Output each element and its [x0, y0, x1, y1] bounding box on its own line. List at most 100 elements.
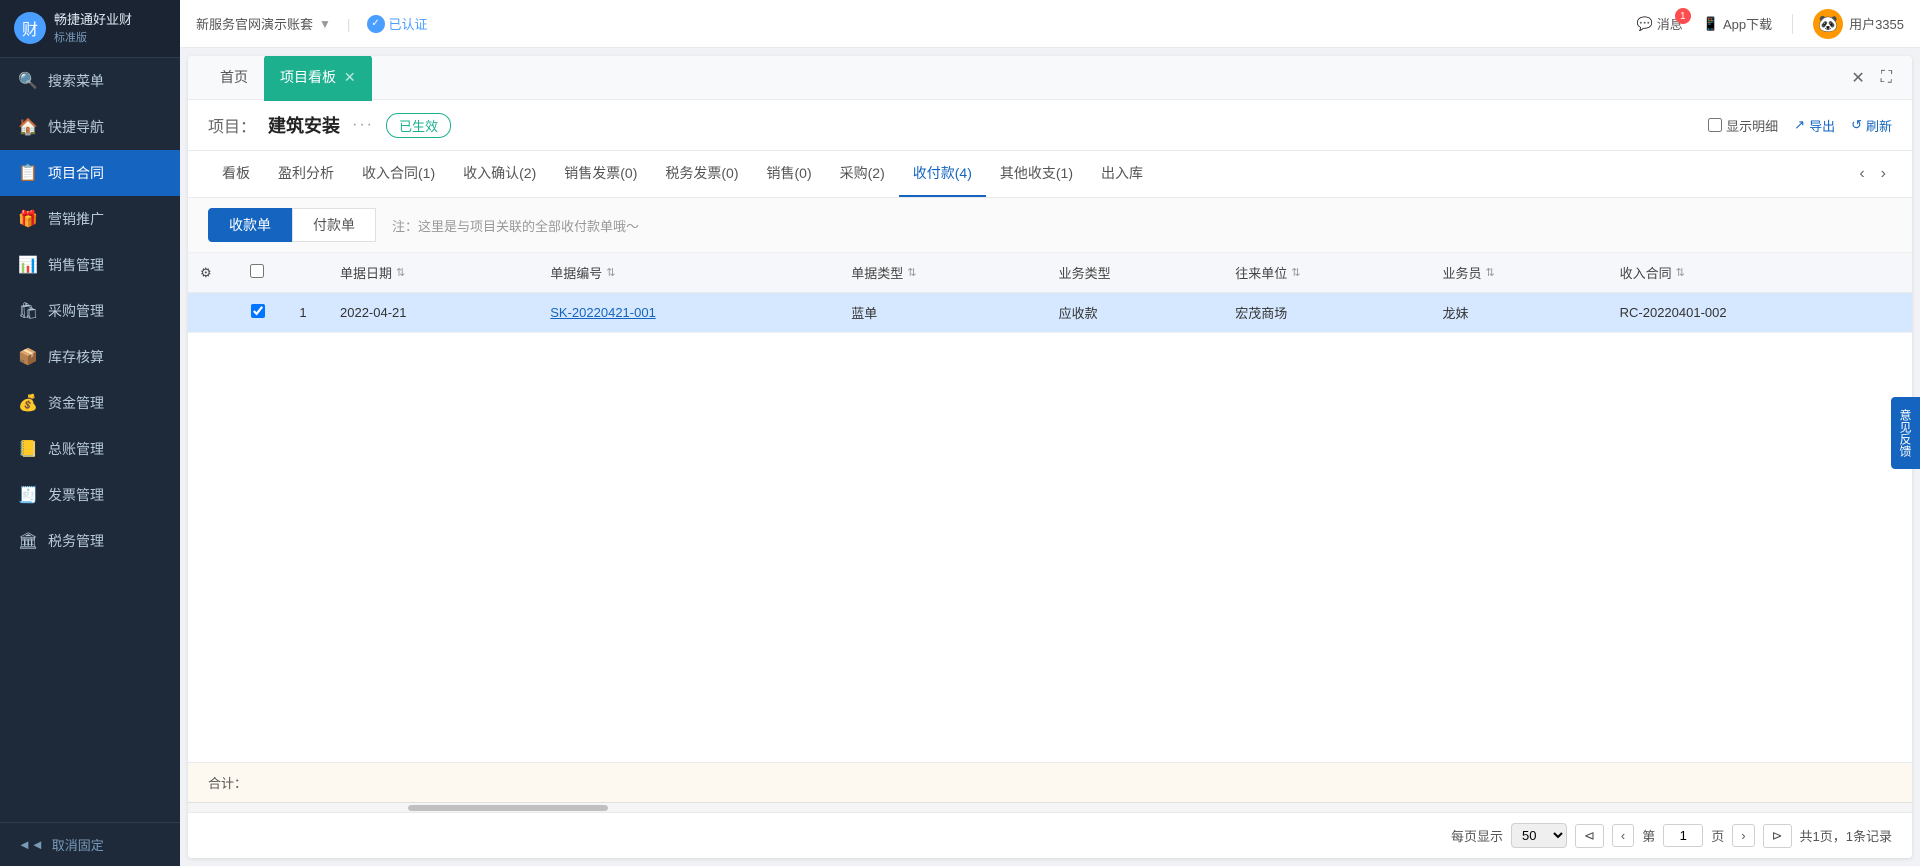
col-date[interactable]: 单据日期 ⇅: [328, 253, 538, 293]
sub-tab-other-expense[interactable]: 其他收支(1): [986, 151, 1087, 197]
sub-tab-income-confirm[interactable]: 收入确认(2): [449, 151, 550, 197]
total-info: 共1页，1条记录: [1800, 826, 1892, 845]
row-settings: [188, 293, 238, 333]
sub-tab-tax-invoice[interactable]: 税务发票(0): [651, 151, 752, 197]
topbar-left: 新服务官网演示账套 ▼ | ✓ 已认证: [196, 14, 1637, 33]
cancel-pin-button[interactable]: ◄◄ 取消固定: [0, 822, 180, 866]
sort-date-icon: ⇅: [396, 266, 405, 279]
sub-tab-purchase[interactable]: 采购(2): [826, 151, 899, 197]
sidebar-item-tax[interactable]: 🏛 税务管理: [0, 518, 180, 564]
sidebar-item-label: 资金管理: [48, 393, 104, 413]
tab-project-board[interactable]: 项目看板 ✕: [264, 56, 372, 101]
table-header-row: ⚙ 单据日期 ⇅: [188, 253, 1912, 293]
message-badge: 1: [1675, 8, 1691, 24]
sub-tab-prev-button[interactable]: ‹: [1853, 161, 1870, 187]
marketing-icon: 🎁: [18, 209, 38, 229]
inner-tab-payment[interactable]: 付款单: [292, 208, 376, 242]
project-header: 项目： 建筑安装 ··· 已生效 显示明细 ↗ 导出 ↺ 刷新: [188, 100, 1912, 151]
inner-tab-receipt[interactable]: 收款单: [208, 208, 292, 242]
sub-tab-next-button[interactable]: ›: [1875, 161, 1892, 187]
horizontal-scrollbar[interactable]: [188, 802, 1912, 812]
tab-home[interactable]: 首页: [204, 56, 264, 101]
sidebar-item-label: 税务管理: [48, 531, 104, 551]
col-doc-no[interactable]: 单据编号 ⇅: [538, 253, 839, 293]
sidebar-item-project-contract[interactable]: 📋 项目合同: [0, 150, 180, 196]
prev-page-button[interactable]: ‹: [1612, 824, 1634, 847]
col-income-contract[interactable]: 收入合同 ⇅: [1608, 253, 1912, 293]
project-header-actions: 显示明细 ↗ 导出 ↺ 刷新: [1708, 116, 1892, 135]
sidebar-item-purchase[interactable]: 🛍 采购管理: [0, 288, 180, 334]
sub-tab-receipt[interactable]: 收付款(4): [899, 151, 986, 197]
sidebar-nav: 🔍 搜索菜单 🏠 快捷导航 📋 项目合同 🎁 营销推广 📊 销售管理 🛍 采购管…: [0, 58, 180, 822]
show-detail-input[interactable]: [1708, 118, 1722, 132]
doc-no-link[interactable]: SK-20220421-001: [550, 305, 656, 320]
export-label: 导出: [1809, 116, 1835, 135]
next-page-button[interactable]: ›: [1732, 824, 1754, 847]
last-page-button[interactable]: ⊳: [1763, 824, 1792, 848]
sidebar-item-label: 销售管理: [48, 255, 104, 275]
sidebar-item-sales[interactable]: 📊 销售管理: [0, 242, 180, 288]
export-icon: ↗: [1794, 117, 1805, 133]
inner-tab-bar: 收款单 付款单 注：这里是与项目关联的全部收付款单哦～: [188, 198, 1912, 253]
refresh-icon: ↺: [1851, 117, 1862, 133]
row-doc-no[interactable]: SK-20220421-001: [538, 293, 839, 333]
export-button[interactable]: ↗ 导出: [1794, 116, 1835, 135]
user-menu[interactable]: 🐼 用户3355: [1813, 9, 1904, 39]
row-partner: 宏茂商场: [1223, 293, 1430, 333]
col-doc-type[interactable]: 单据类型 ⇅: [839, 253, 1046, 293]
sort-docno-icon: ⇅: [606, 266, 615, 279]
table-footer: 合计：: [188, 762, 1912, 802]
horizontal-scrollbar-thumb: [408, 805, 608, 811]
sidebar-item-search[interactable]: 🔍 搜索菜单: [0, 58, 180, 104]
logo-text: 畅捷通好业财: [54, 12, 132, 29]
refresh-label: 刷新: [1866, 116, 1892, 135]
tab-close-icon[interactable]: ✕: [344, 69, 356, 85]
main-tab-bar: 首页 项目看板 ✕ ✕ ⛶: [188, 56, 1912, 100]
sidebar-item-label: 采购管理: [48, 301, 104, 321]
row-checkbox[interactable]: [251, 304, 265, 318]
main-area: 新服务官网演示账套 ▼ | ✓ 已认证 💬 消息 1 📱 App下载 🐼 用: [180, 0, 1920, 866]
sidebar-item-marketing[interactable]: 🎁 营销推广: [0, 196, 180, 242]
tab-bar-actions: ✕ ⛶: [1847, 64, 1896, 92]
feedback-button[interactable]: 意见反馈: [1891, 397, 1920, 469]
sidebar-item-inventory[interactable]: 📦 库存核算: [0, 334, 180, 380]
sub-tab-kanban[interactable]: 看板: [208, 151, 264, 197]
account-selector[interactable]: 新服务官网演示账套 ▼: [196, 14, 331, 33]
sub-tab-income-contract[interactable]: 收入合同(1): [348, 151, 449, 197]
sidebar-item-invoice[interactable]: 🧾 发票管理: [0, 472, 180, 518]
sub-tab-sales[interactable]: 销售(0): [753, 151, 826, 197]
first-page-button[interactable]: ⊲: [1575, 824, 1604, 848]
sort-salesperson-icon: ⇅: [1486, 266, 1495, 279]
col-salesperson[interactable]: 业务员 ⇅: [1431, 253, 1608, 293]
per-page-select[interactable]: 50 100: [1511, 823, 1567, 848]
project-label: 项目：: [208, 113, 256, 137]
sidebar-item-ledger[interactable]: 📒 总账管理: [0, 426, 180, 472]
page-label: 第: [1642, 826, 1655, 845]
page-number-input[interactable]: [1663, 824, 1703, 847]
project-more-button[interactable]: ···: [352, 116, 374, 134]
sidebar-item-label: 总账管理: [48, 439, 104, 459]
message-button[interactable]: 💬 消息 1: [1637, 14, 1683, 33]
maximize-window-button[interactable]: ⛶: [1877, 64, 1896, 92]
select-all-checkbox[interactable]: [250, 264, 264, 278]
sidebar-item-label: 库存核算: [48, 347, 104, 367]
invoice-icon: 🧾: [18, 485, 38, 505]
sub-tab-sales-invoice[interactable]: 销售发票(0): [550, 151, 651, 197]
logo-sub: 标准版: [54, 29, 132, 45]
sidebar-item-quick-nav[interactable]: 🏠 快捷导航: [0, 104, 180, 150]
sub-tab-profit[interactable]: 盈利分析: [264, 151, 348, 197]
refresh-button[interactable]: ↺ 刷新: [1851, 116, 1892, 135]
show-detail-checkbox[interactable]: 显示明细: [1708, 116, 1778, 135]
funds-icon: 💰: [18, 393, 38, 413]
pagination-bar: 每页显示 50 100 ⊲ ‹ 第 页 › ⊳ 共1页，1条记录: [188, 812, 1912, 858]
col-partner[interactable]: 往来单位 ⇅: [1223, 253, 1430, 293]
sub-tab-in-out[interactable]: 出入库: [1087, 151, 1157, 197]
close-window-button[interactable]: ✕: [1847, 64, 1868, 92]
sales-icon: 📊: [18, 255, 38, 275]
row-doc-type: 蓝单: [839, 293, 1046, 333]
app-download-button[interactable]: 📱 App下载: [1703, 14, 1772, 33]
sidebar-item-funds[interactable]: 💰 资金管理: [0, 380, 180, 426]
sort-partner-icon: ⇅: [1291, 266, 1300, 279]
certified-label: 已认证: [389, 14, 428, 33]
col-settings[interactable]: ⚙: [188, 253, 238, 293]
